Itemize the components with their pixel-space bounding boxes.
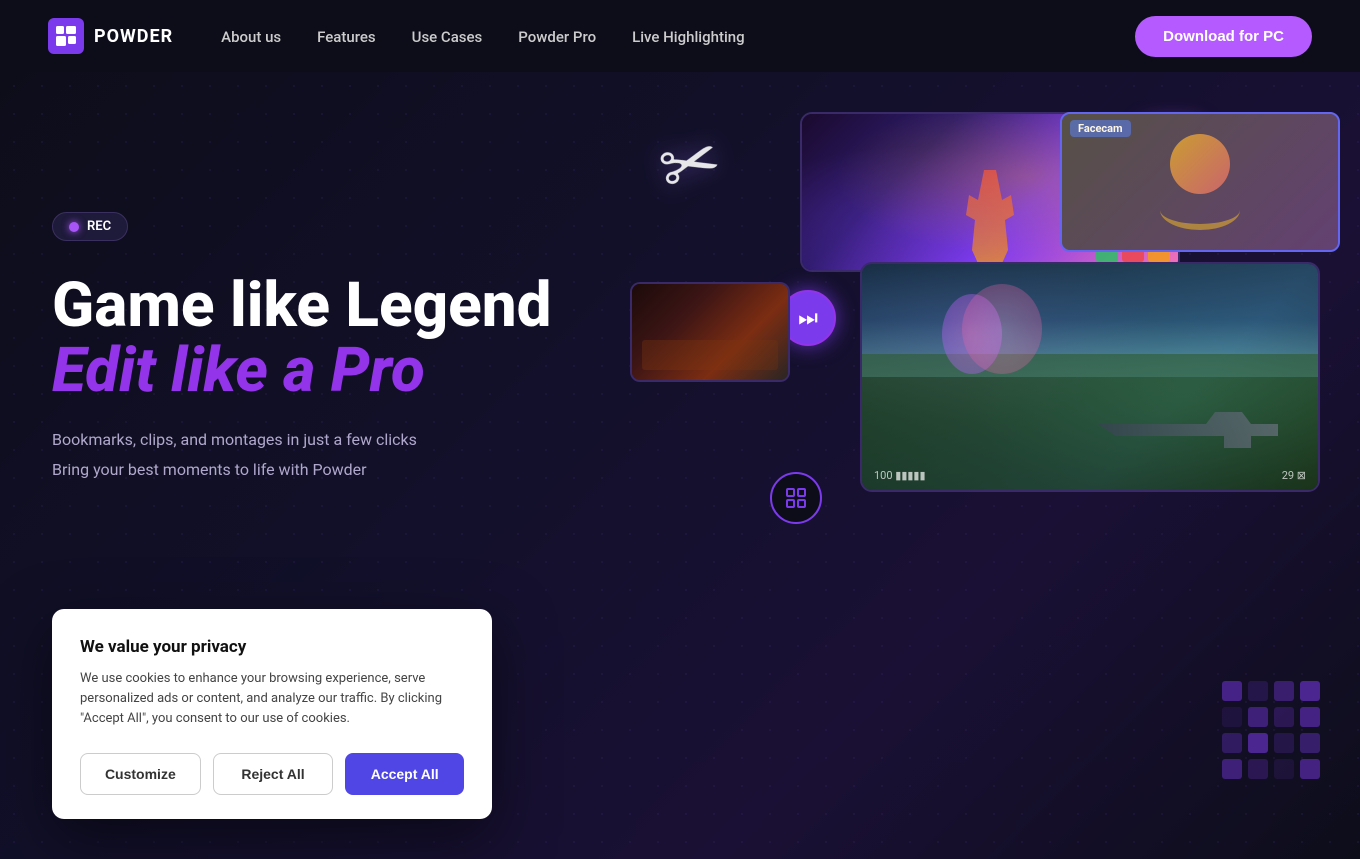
- cookie-title: We value your privacy: [80, 637, 464, 657]
- rec-dot: [69, 222, 79, 232]
- rec-label: REC: [87, 219, 111, 234]
- hero-left: REC Game like Legend Edit like a Pro Boo…: [0, 132, 552, 486]
- character-silhouette: [960, 170, 1020, 270]
- cookie-buttons: Customize Reject All Accept All: [80, 753, 464, 795]
- rec-badge: REC: [52, 212, 128, 241]
- hero-title-line2: Edit like a Pro: [52, 338, 552, 403]
- nav-links: About us Features Use Cases Powder Pro L…: [221, 27, 1135, 46]
- game-screenshot-small: [630, 282, 790, 382]
- reject-all-button[interactable]: Reject All: [213, 753, 334, 795]
- nav-live-highlighting[interactable]: Live Highlighting: [632, 28, 745, 46]
- nav-powder-pro[interactable]: Powder Pro: [518, 28, 596, 46]
- nav-features[interactable]: Features: [317, 28, 375, 46]
- face-circle: [1170, 134, 1230, 194]
- cookie-banner: We value your privacy We use cookies to …: [52, 609, 492, 819]
- navbar: POWDER About us Features Use Cases Powde…: [0, 0, 1360, 72]
- accept-all-button[interactable]: Accept All: [345, 753, 464, 795]
- decorative-squares: [1222, 681, 1320, 779]
- hud-ammo: 29 ⊠: [1282, 469, 1306, 482]
- fast-forward-icon: ⏭: [798, 306, 818, 331]
- facecam-box: Facecam: [1060, 112, 1340, 252]
- hero-subtitle-1: Bookmarks, clips, and montages in just a…: [52, 427, 552, 453]
- game-screenshot-small-inner: [632, 284, 788, 380]
- grid-icon: [770, 472, 822, 524]
- logo-icon: [48, 18, 84, 54]
- hero-title-line1: Game like Legend: [52, 273, 552, 338]
- nav-use-cases[interactable]: Use Cases: [412, 28, 483, 46]
- logo[interactable]: POWDER: [48, 18, 173, 54]
- hero-section: REC Game like Legend Edit like a Pro Boo…: [0, 72, 1360, 859]
- hud-stats: 100 ▮▮▮▮▮: [874, 469, 926, 482]
- scissors-icon: ✂: [650, 116, 730, 214]
- hero-subtitle-2: Bring your best moments to life with Pow…: [52, 457, 552, 483]
- logo-text: POWDER: [94, 26, 173, 47]
- game-screenshot-large-inner: 100 ▮▮▮▮▮ 29 ⊠: [862, 264, 1318, 490]
- game-screenshot-large: 100 ▮▮▮▮▮ 29 ⊠: [860, 262, 1320, 492]
- hero-visuals: ✂ CC Facecam: [600, 72, 1360, 859]
- cookie-text: We use cookies to enhance your browsing …: [80, 669, 464, 729]
- facecam-person: [1062, 114, 1338, 250]
- nav-about[interactable]: About us: [221, 28, 281, 46]
- customize-button[interactable]: Customize: [80, 753, 201, 795]
- download-button[interactable]: Download for PC: [1135, 16, 1312, 57]
